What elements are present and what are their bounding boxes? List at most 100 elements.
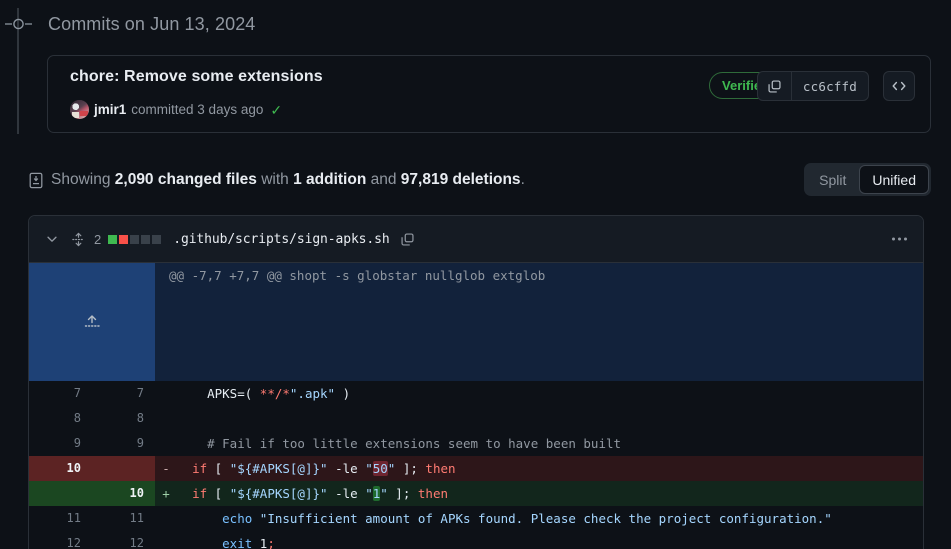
code-token: -le bbox=[327, 486, 366, 501]
code-token: exit bbox=[222, 536, 260, 549]
commit-card: chore: Remove some extensions jmir1 comm… bbox=[47, 55, 931, 133]
file-diff-icon bbox=[28, 172, 44, 189]
code-token: " bbox=[380, 486, 388, 501]
line-number-new[interactable]: 7 bbox=[92, 381, 155, 406]
diff-marker bbox=[155, 531, 177, 549]
diff-marker: - bbox=[155, 456, 177, 481]
line-number-new[interactable] bbox=[92, 456, 155, 481]
diff-code-cell: APKS=( **/*".apk" ) bbox=[177, 381, 923, 406]
summary-suffix: . bbox=[520, 171, 525, 188]
diff-code-cell: if [ "${#APKS[@]}" -le "1" ]; then bbox=[177, 481, 923, 506]
code-brackets-icon[interactable] bbox=[883, 71, 915, 101]
file-path[interactable]: .github/scripts/sign-apks.sh bbox=[173, 232, 389, 247]
commit-hash[interactable]: cc6cffd bbox=[792, 72, 868, 100]
code-token: ".apk" bbox=[289, 386, 336, 401]
diff-line-ctx: 88 bbox=[29, 406, 923, 431]
diff-word-highlight: 50 bbox=[372, 461, 388, 476]
diff-line-ctx: 99 # Fail if too little extensions seem … bbox=[29, 431, 923, 456]
diff-body: @@ -7,7 +7,7 @@ shopt -s globstar nullgl… bbox=[29, 263, 923, 381]
line-number-old[interactable]: 12 bbox=[29, 531, 92, 549]
commit-diff-page: Commits on Jun 13, 2024 chore: Remove so… bbox=[0, 0, 951, 549]
code-token: -le bbox=[327, 461, 366, 476]
commit-message-link[interactable]: chore: Remove some extensions bbox=[70, 68, 323, 86]
code-token: [ bbox=[207, 461, 230, 476]
file-diff: 2 .github/scripts/sign-apks.sh @@ -7,7 +… bbox=[28, 215, 924, 549]
commit-meta: jmir1 committed 3 days ago ✓ bbox=[70, 100, 282, 119]
unfold-vertical-icon[interactable] bbox=[71, 232, 86, 247]
line-number-old[interactable]: 10 bbox=[29, 456, 92, 481]
expand-up-button[interactable] bbox=[29, 263, 155, 381]
summary-additions: 1 addition bbox=[293, 171, 367, 188]
code-token: APKS=( bbox=[207, 386, 253, 401]
hunk-header-row: @@ -7,7 +7,7 @@ shopt -s globstar nullgl… bbox=[29, 263, 923, 381]
diff-table: @@ -7,7 +7,7 @@ shopt -s globstar nullgl… bbox=[29, 263, 923, 549]
summary-changed-files: 2,090 changed files bbox=[114, 171, 257, 188]
diff-summary-text: Showing 2,090 changed files with 1 addit… bbox=[51, 171, 525, 189]
line-number-new[interactable]: 12 bbox=[92, 531, 155, 549]
diff-code-cell: # Fail if too little extensions seem to … bbox=[177, 431, 923, 456]
file-diff-header: 2 .github/scripts/sign-apks.sh bbox=[29, 216, 923, 263]
commit-time-text: committed 3 days ago bbox=[131, 102, 264, 117]
chevron-down-icon[interactable] bbox=[45, 232, 59, 246]
code-token: ]; bbox=[387, 486, 418, 501]
diff-rows: 77 APKS=( **/*".apk" ) 8 8 9 9 # Fail if too… bbox=[29, 381, 923, 549]
line-number-old[interactable]: 11 bbox=[29, 506, 92, 531]
diff-summary: Showing 2,090 changed files with 1 addit… bbox=[28, 165, 931, 195]
diffstat-block bbox=[130, 234, 140, 244]
commits-date-heading: Commits on Jun 13, 2024 bbox=[48, 14, 256, 34]
summary-with: with bbox=[256, 171, 294, 188]
code-token: " bbox=[365, 461, 373, 476]
commit-node-icon bbox=[5, 17, 32, 31]
diffstat-block bbox=[119, 234, 129, 244]
code-token: echo bbox=[222, 511, 260, 526]
diff-code-cell: echo "Insufficient amount of APKs found.… bbox=[177, 506, 923, 531]
diff-code-cell: if [ "${#APKS[@]}" -le "50" ]; then bbox=[177, 456, 923, 481]
line-number-new[interactable]: 10 bbox=[92, 481, 155, 506]
diff-code-cell: exit 1; bbox=[177, 531, 923, 549]
diff-marker bbox=[155, 381, 177, 406]
diff-marker bbox=[155, 431, 177, 456]
code-token: then bbox=[425, 461, 456, 476]
tab-unified[interactable]: Unified bbox=[859, 165, 929, 194]
commit-hash-group: cc6cffd bbox=[756, 71, 869, 101]
summary-and: and bbox=[366, 171, 401, 188]
commit-author-link[interactable]: jmir1 bbox=[94, 102, 126, 117]
code-token: **/* bbox=[252, 386, 290, 401]
line-number-new[interactable]: 8 bbox=[92, 406, 155, 431]
copy-icon[interactable] bbox=[758, 72, 792, 100]
diff-code-cell bbox=[177, 406, 923, 431]
verified-check-icon: ✓ bbox=[270, 101, 283, 118]
copy-icon[interactable] bbox=[400, 232, 415, 247]
summary-deletions: 97,819 deletions bbox=[400, 171, 521, 188]
file-changes-count: 2 bbox=[94, 231, 102, 247]
code-token: "${#APKS[@]}" bbox=[229, 486, 328, 501]
code-token: ]; bbox=[395, 461, 426, 476]
diffstat-block bbox=[152, 234, 162, 244]
diff-marker: + bbox=[155, 481, 177, 506]
line-number-old[interactable] bbox=[29, 481, 92, 506]
line-number-old[interactable]: 9 bbox=[29, 431, 92, 456]
kebab-horizontal-icon[interactable] bbox=[892, 237, 907, 241]
code-token: "${#APKS[@]}" bbox=[229, 461, 328, 476]
diffstat-block bbox=[141, 234, 151, 244]
tab-split[interactable]: Split bbox=[806, 165, 859, 194]
line-number-new[interactable]: 9 bbox=[92, 431, 155, 456]
code-token: # Fail if too little extensions seem to … bbox=[207, 436, 622, 451]
code-token: " bbox=[365, 486, 373, 501]
line-number-old[interactable]: 8 bbox=[29, 406, 92, 431]
code-token: if bbox=[192, 461, 208, 476]
line-number-new[interactable]: 11 bbox=[92, 506, 155, 531]
diff-line-ctx: 11 11 echo "Insufficient amount of APKs f… bbox=[29, 506, 923, 531]
diffstat-block bbox=[108, 234, 118, 244]
diff-line-ctx: 77 APKS=( **/*".apk" ) bbox=[29, 381, 923, 406]
code-token: if bbox=[192, 486, 208, 501]
diff-line-del: 10 - if [ "${#APKS[@]}" -le "50" ]; then bbox=[29, 456, 923, 481]
avatar[interactable] bbox=[70, 100, 89, 119]
diff-line-ctx: 12 12 exit 1; bbox=[29, 531, 923, 549]
line-number-old[interactable]: 7 bbox=[29, 381, 92, 406]
